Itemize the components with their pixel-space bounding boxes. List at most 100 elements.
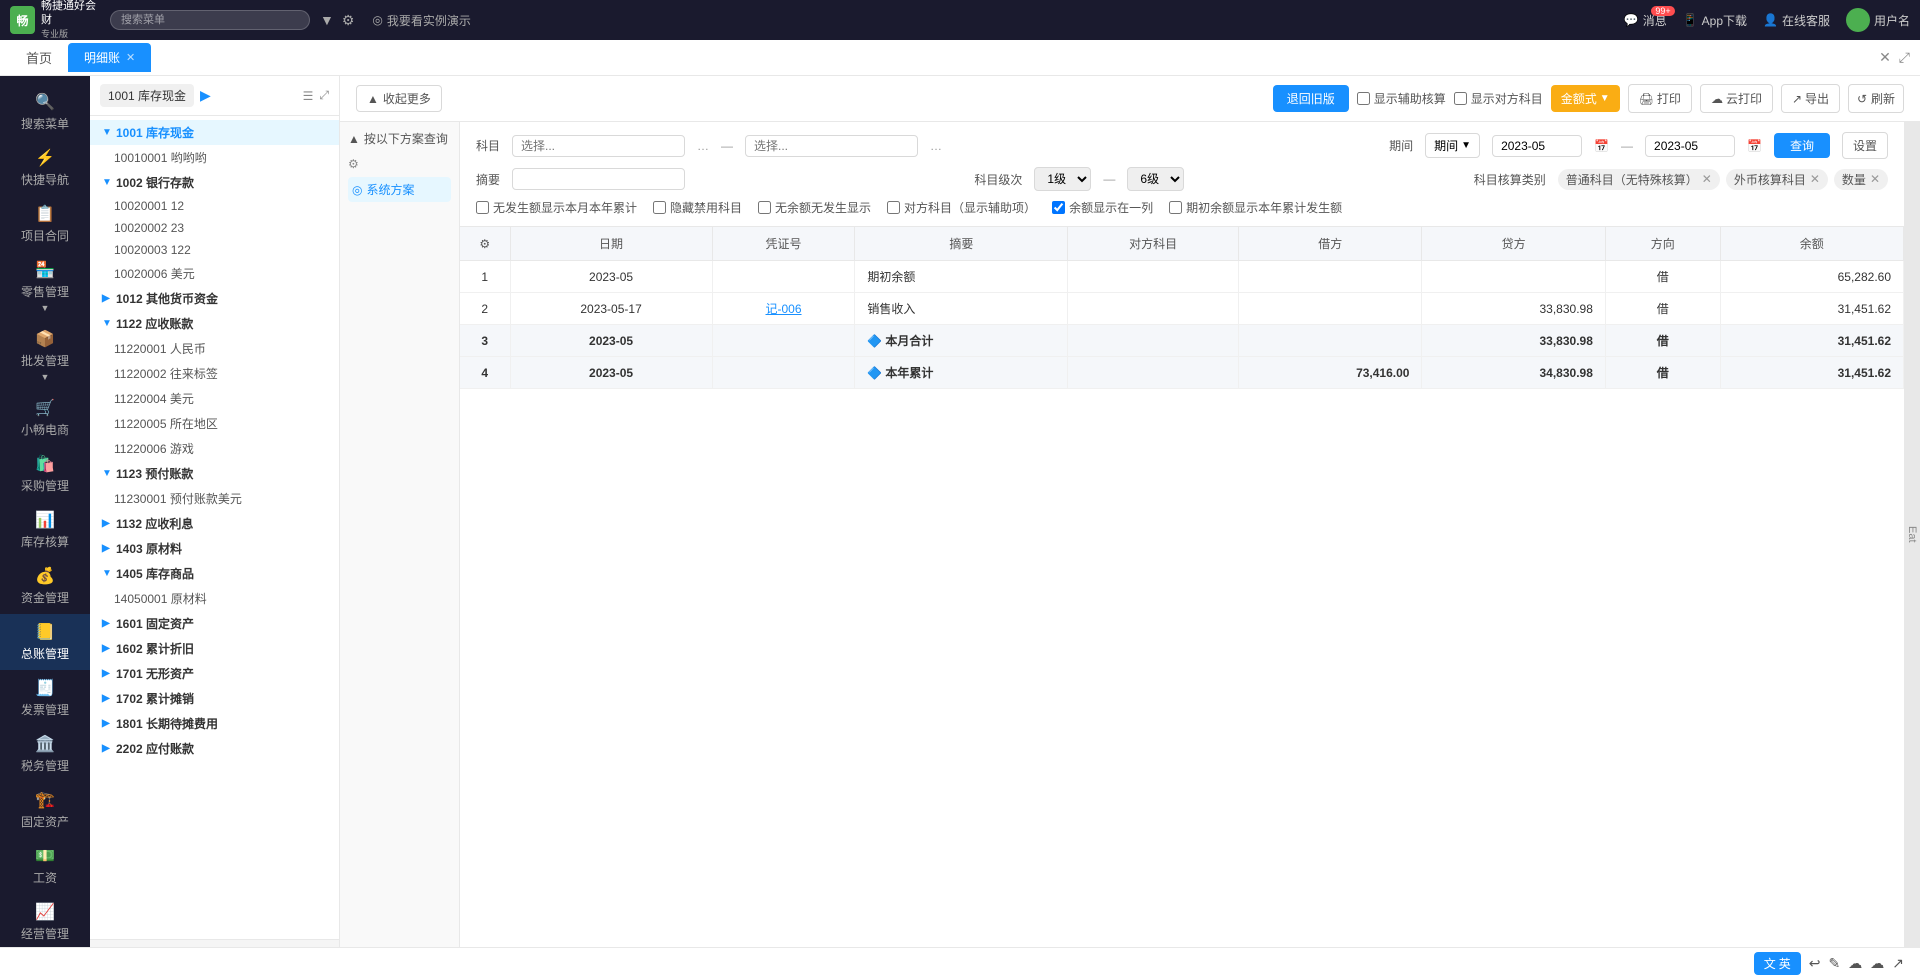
tab-close-icon[interactable]: ✕ bbox=[126, 51, 135, 64]
check-no-amount[interactable]: 无发生额显示本月本年累计 bbox=[476, 199, 637, 216]
maximize-icon[interactable]: ⤢ bbox=[1899, 49, 1910, 66]
tree-node-10020006[interactable]: 10020006 美元 bbox=[90, 261, 339, 286]
subject-input-1[interactable] bbox=[512, 135, 685, 157]
sidebar-item-ledger[interactable]: 📒 总账管理 bbox=[0, 614, 90, 670]
close-all-icon[interactable]: ✕ bbox=[1879, 49, 1891, 66]
cloud-icon-1[interactable]: ☁ bbox=[1848, 955, 1862, 972]
cloud-print-btn[interactable]: ☁ 云打印 bbox=[1700, 84, 1773, 113]
tree-node-11220004[interactable]: 11220004 美元 bbox=[90, 386, 339, 411]
sidebar-item-purchase[interactable]: 🛍️ 采购管理 bbox=[0, 446, 90, 502]
tree-node-11230001[interactable]: 11230001 预付账款美元 bbox=[90, 486, 339, 511]
accounts-list-icon[interactable]: ☰ bbox=[303, 89, 314, 103]
sidebar-item-contract[interactable]: 📋 项目合同 bbox=[0, 196, 90, 252]
table-settings-icon[interactable]: ⚙ bbox=[479, 237, 490, 251]
sidebar-item-search[interactable]: 🔍 搜索菜单 bbox=[0, 84, 90, 140]
period-to-input[interactable] bbox=[1645, 135, 1735, 157]
filter-settings-icon[interactable]: ⚙ bbox=[348, 157, 451, 171]
search-input[interactable] bbox=[110, 10, 310, 30]
tag-quantity-close[interactable]: ✕ bbox=[1870, 172, 1880, 186]
tree-node-1122[interactable]: ▼ 1122 应收账款 bbox=[90, 311, 339, 336]
level-to-select[interactable]: 6级5级4级 bbox=[1127, 167, 1184, 191]
right-collapse-tab[interactable]: Eat bbox=[1904, 122, 1920, 947]
cell-voucher-2[interactable]: 记-006 bbox=[712, 293, 855, 325]
settings-icon[interactable]: ⚙ bbox=[342, 12, 355, 29]
period-type-btn[interactable]: 期间 ▼ bbox=[1425, 133, 1480, 158]
show-assist-check[interactable]: 显示辅助核算 bbox=[1357, 90, 1446, 107]
export-btn[interactable]: ↗ 导出 bbox=[1781, 84, 1840, 113]
collapse-query-btn[interactable]: ▲ 按以下方案查询 bbox=[348, 130, 451, 147]
top-search[interactable] bbox=[110, 10, 310, 30]
refresh-btn[interactable]: ↺ 刷新 bbox=[1848, 84, 1904, 113]
calendar-icon-1[interactable]: 📅 bbox=[1594, 139, 1609, 153]
sidebar-item-operations[interactable]: 📈 经营管理 bbox=[0, 894, 90, 947]
demo-link[interactable]: ◎ 我要看实例演示 bbox=[372, 12, 471, 29]
switch-lang-btn[interactable]: 文 英 bbox=[1754, 952, 1801, 975]
tree-node-11220002[interactable]: 11220002 往来标签 bbox=[90, 361, 339, 386]
sidebar-item-retail[interactable]: 🏪 零售管理 ▼ bbox=[0, 252, 90, 321]
sidebar-item-ecommerce[interactable]: 🛒 小畅电商 bbox=[0, 390, 90, 446]
system-plan-btn[interactable]: ◎ 系统方案 bbox=[348, 177, 451, 202]
app-download-btn[interactable]: 📱 App下载 bbox=[1683, 12, 1747, 29]
sidebar-item-assets[interactable]: 🏗️ 固定资产 bbox=[0, 782, 90, 838]
tree-node-2202[interactable]: ▶ 2202 应付账款 bbox=[90, 736, 339, 761]
tag-foreign-close[interactable]: ✕ bbox=[1810, 172, 1820, 186]
tree-node-11220006[interactable]: 11220006 游戏 bbox=[90, 436, 339, 461]
online-service-btn[interactable]: 👤 在线客服 bbox=[1763, 12, 1830, 29]
period-from-input[interactable] bbox=[1492, 135, 1582, 157]
subject-input-2[interactable] bbox=[745, 135, 918, 157]
tree-node-1801[interactable]: ▶ 1801 长期待摊费用 bbox=[90, 711, 339, 736]
check-init-balance[interactable]: 期初余额显示本年累计发生额 bbox=[1169, 199, 1342, 216]
tree-node-11220005[interactable]: 11220005 所在地区 bbox=[90, 411, 339, 436]
tree-node-1405[interactable]: ▼ 1405 库存商品 bbox=[90, 561, 339, 586]
tree-node-10010001[interactable]: 10010001 哟哟哟 bbox=[90, 145, 339, 170]
return-old-btn[interactable]: 退回旧版 bbox=[1273, 85, 1349, 112]
expand-icon[interactable]: ▼ bbox=[320, 12, 334, 28]
tree-node-10020001[interactable]: 10020001 12 bbox=[90, 195, 339, 217]
tree-node-1012[interactable]: ▶ 1012 其他货币资金 bbox=[90, 286, 339, 311]
sidebar-item-nav[interactable]: ⚡ 快捷导航 bbox=[0, 140, 90, 196]
th-gear[interactable]: ⚙ bbox=[460, 227, 510, 261]
tree-node-1123[interactable]: ▼ 1123 预付账款 bbox=[90, 461, 339, 486]
tab-home[interactable]: 首页 bbox=[10, 42, 68, 73]
tree-node-11220001[interactable]: 11220001 人民币 bbox=[90, 336, 339, 361]
collapse-more-btn[interactable]: ▲ 收起更多 bbox=[356, 85, 442, 112]
accounts-selected[interactable]: 1001 库存现金 bbox=[100, 84, 194, 107]
voucher-link-2[interactable]: 记-006 bbox=[766, 302, 802, 316]
message-btn[interactable]: 💬 消息 99+ bbox=[1624, 12, 1667, 29]
sidebar-item-salary[interactable]: 💵 工资 bbox=[0, 838, 90, 894]
sidebar-item-finance[interactable]: 💰 资金管理 bbox=[0, 558, 90, 614]
tree-node-10020003[interactable]: 10020003 122 bbox=[90, 239, 339, 261]
level-from-select[interactable]: 1级2级3级 bbox=[1034, 167, 1091, 191]
tree-node-10020002[interactable]: 10020002 23 bbox=[90, 217, 339, 239]
tree-node-1132[interactable]: ▶ 1132 应收利息 bbox=[90, 511, 339, 536]
sidebar-item-tax[interactable]: 🏛️ 税务管理 bbox=[0, 726, 90, 782]
show-opposite-check[interactable]: 显示对方科目 bbox=[1454, 90, 1543, 107]
tree-node-1403[interactable]: ▶ 1403 原材料 bbox=[90, 536, 339, 561]
accounts-arrow-icon[interactable]: ▶ bbox=[200, 87, 211, 104]
check-opposite[interactable]: 对方科目（显示辅助项） bbox=[887, 199, 1036, 216]
sidebar-item-invoice[interactable]: 🧾 发票管理 bbox=[0, 670, 90, 726]
sidebar-item-wholesale[interactable]: 📦 批发管理 ▼ bbox=[0, 321, 90, 390]
tree-scrollbar[interactable] bbox=[90, 939, 339, 947]
tree-node-1602[interactable]: ▶ 1602 累计折旧 bbox=[90, 636, 339, 661]
calendar-icon-2[interactable]: 📅 bbox=[1747, 139, 1762, 153]
share-icon[interactable]: ↗ bbox=[1892, 955, 1904, 972]
query-btn[interactable]: 查询 bbox=[1774, 133, 1830, 158]
tree-node-1701[interactable]: ▶ 1701 无形资产 bbox=[90, 661, 339, 686]
print-btn[interactable]: 🖨 打印 bbox=[1628, 84, 1692, 113]
tree-node-14050001[interactable]: 14050001 原材料 bbox=[90, 586, 339, 611]
gold-style-btn[interactable]: 金额式 ▼ bbox=[1551, 85, 1620, 112]
check-no-balance[interactable]: 无余额无发生显示 bbox=[758, 199, 871, 216]
cloud-icon-2[interactable]: ☁ bbox=[1870, 955, 1884, 972]
tree-node-1702[interactable]: ▶ 1702 累计摊销 bbox=[90, 686, 339, 711]
undo-icon[interactable]: ↩ bbox=[1809, 955, 1821, 972]
tag-normal-close[interactable]: ✕ bbox=[1702, 172, 1712, 186]
edit-icon[interactable]: ✎ bbox=[1829, 955, 1841, 972]
tree-node-1002[interactable]: ▼ 1002 银行存款 bbox=[90, 170, 339, 195]
tab-ledger[interactable]: 明细账 ✕ bbox=[68, 43, 151, 72]
tree-node-1601[interactable]: ▶ 1601 固定资产 bbox=[90, 611, 339, 636]
sidebar-item-inventory[interactable]: 📊 库存核算 bbox=[0, 502, 90, 558]
user-avatar[interactable]: 用户名 bbox=[1846, 8, 1910, 32]
tree-node-1001[interactable]: ▼ 1001 库存现金 bbox=[90, 120, 339, 145]
accounts-expand-icon[interactable]: ⤢ bbox=[319, 88, 329, 103]
